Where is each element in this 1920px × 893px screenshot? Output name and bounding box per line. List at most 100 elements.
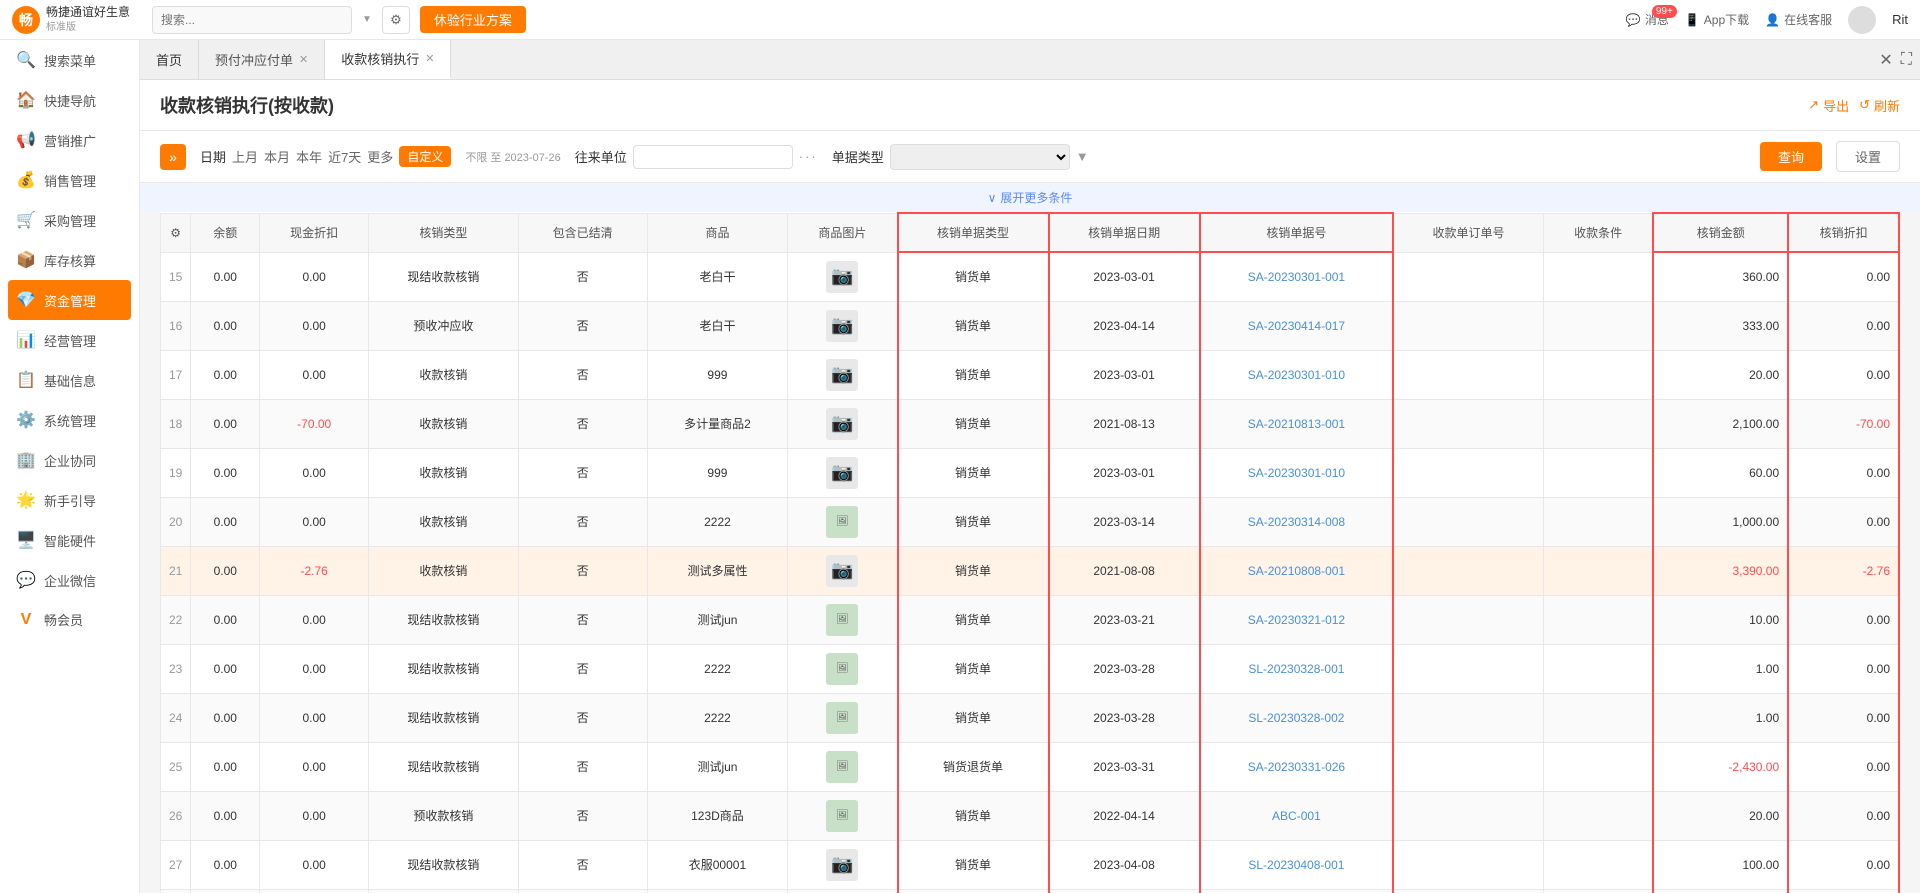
this-month-link[interactable]: 本月 — [264, 147, 290, 166]
sidebar-item-guide[interactable]: 🌟 新手引导 — [0, 480, 139, 520]
sidebar-item-member[interactable]: V 畅会员 — [0, 600, 139, 639]
cell-no: 20 — [161, 497, 191, 546]
search-input[interactable] — [152, 6, 352, 34]
sidebar-item-system[interactable]: ⚙️ 系统管理 — [0, 400, 139, 440]
sidebar-item-marketing[interactable]: 📢 营销推广 — [0, 120, 139, 160]
tab-collection[interactable]: 收款核销执行 ✕ — [325, 40, 451, 79]
hardware-icon: 🖥️ — [16, 530, 36, 550]
user-avatar[interactable] — [1848, 6, 1876, 34]
dropdown-arrow-icon[interactable]: ▼ — [362, 14, 372, 25]
cell-balance: 0.00 — [191, 840, 260, 889]
cell-verify-bill-no[interactable]: SA-20210808-001 — [1200, 546, 1394, 595]
from-unit-input[interactable] — [633, 145, 793, 169]
refresh-button[interactable]: ↺ 刷新 — [1859, 96, 1900, 115]
settings-button[interactable]: 设置 — [1836, 141, 1900, 172]
cell-product: 999 — [647, 448, 787, 497]
tab-maximize-button[interactable]: ⛶ — [1901, 51, 1912, 69]
cell-verify-bill-no[interactable]: SA-20230331-026 — [1200, 742, 1394, 791]
sidebar-item-search[interactable]: 🔍 搜索菜单 — [0, 40, 139, 80]
cell-collection-condition — [1543, 546, 1653, 595]
more-link[interactable]: 更多 — [367, 147, 393, 166]
cell-verify-bill-no[interactable]: SA-20230314-008 — [1200, 497, 1394, 546]
cell-balance: 0.00 — [191, 644, 260, 693]
this-year-link[interactable]: 本年 — [296, 147, 322, 166]
order-type-group: 单据类型 ▼ — [832, 144, 1089, 170]
cell-collection-condition — [1543, 497, 1653, 546]
tab-close-button[interactable]: ✕ — [1879, 50, 1892, 70]
cell-verify-bill-no[interactable]: SA-20230301-010 — [1200, 350, 1394, 399]
cell-verify-bill-type: 销货单 — [898, 889, 1049, 893]
cell-verify-bill-no[interactable]: ABC-001 — [1200, 791, 1394, 840]
cell-verify-bill-no[interactable]: SL-20230328-002 — [1200, 693, 1394, 742]
table-wrapper: ⚙ 余额 现金折扣 核销类型 包含已结清 商品 商品图片 核销单据类型 核销单据… — [160, 212, 1900, 893]
col-header-settings[interactable]: ⚙ — [161, 213, 191, 252]
cell-balance: 0.00 — [191, 742, 260, 791]
cell-verify-amount: 100.00 — [1653, 840, 1788, 889]
basic-icon: 📋 — [16, 370, 36, 390]
cell-verify-bill-no[interactable]: SL-20230418-001 — [1200, 889, 1394, 893]
notice-button[interactable]: 💬 消息 99+ — [1626, 11, 1669, 28]
export-icon: ↗ — [1808, 97, 1819, 113]
tab-collection-close[interactable]: ✕ — [425, 52, 434, 65]
online-service-button[interactable]: 👤 在线客服 — [1765, 11, 1832, 28]
cell-verify-discount: 0.00 — [1788, 448, 1899, 497]
cell-verify-bill-no[interactable]: SA-20210813-001 — [1200, 399, 1394, 448]
bill-no-link[interactable]: SL-20230328-001 — [1248, 662, 1344, 676]
export-button[interactable]: ↗ 导出 — [1808, 96, 1849, 115]
cell-verify-bill-type: 销货单 — [898, 448, 1049, 497]
bill-no-link[interactable]: ABC-001 — [1272, 809, 1321, 823]
sidebar-item-wechat[interactable]: 💬 企业微信 — [0, 560, 139, 600]
cell-verify-bill-no[interactable]: SA-20230321-012 — [1200, 595, 1394, 644]
cell-verify-amount: 333.00 — [1653, 301, 1788, 350]
bill-no-link[interactable]: SA-20230331-026 — [1248, 760, 1345, 774]
order-type-select[interactable] — [890, 144, 1070, 170]
sidebar-item-hardware[interactable]: 🖥️ 智能硬件 — [0, 520, 139, 560]
sidebar-label-system: 系统管理 — [44, 411, 96, 430]
cell-verify-type: 现结收款核销 — [369, 889, 518, 893]
cell-verify-bill-no[interactable]: SL-20230408-001 — [1200, 840, 1394, 889]
cell-verify-discount: 0.00 — [1788, 889, 1899, 893]
cell-verify-bill-no[interactable]: SA-20230301-001 — [1200, 252, 1394, 301]
bill-no-link[interactable]: SL-20230328-002 — [1248, 711, 1344, 725]
sidebar-item-shortcut[interactable]: 🏠 快捷导航 — [0, 80, 139, 120]
bill-no-link[interactable]: SA-20230314-008 — [1248, 515, 1345, 529]
bill-no-link[interactable]: SA-20210813-001 — [1248, 417, 1345, 431]
last7-link[interactable]: 近7天 — [328, 147, 361, 166]
bill-no-link[interactable]: SA-20230301-001 — [1248, 270, 1345, 284]
bill-no-link[interactable]: SA-20230414-017 — [1248, 319, 1345, 333]
sidebar-item-sales[interactable]: 💰 销售管理 — [0, 160, 139, 200]
expand-more-bar[interactable]: ∨ 展开更多条件 — [140, 183, 1920, 212]
sidebar-item-purchase[interactable]: 🛒 采购管理 — [0, 200, 139, 240]
cell-verify-type: 收款核销 — [369, 546, 518, 595]
industry-button[interactable]: 休验行业方案 — [420, 6, 526, 33]
bill-no-link[interactable]: SA-20210808-001 — [1248, 564, 1345, 578]
tab-prepay[interactable]: 预付冲应付单 ✕ — [199, 40, 325, 79]
table-row: 27 0.00 0.00 现结收款核销 否 衣服00001 📷 销货单 2023… — [161, 840, 1900, 889]
cell-collection-order-no — [1393, 546, 1543, 595]
bill-no-link[interactable]: SA-20230301-010 — [1248, 466, 1345, 480]
last-month-link[interactable]: 上月 — [232, 147, 258, 166]
date-filter-group: 日期 上月 本月 本年 近7天 更多 自定义 — [200, 146, 451, 167]
bill-no-link[interactable]: SL-20230408-001 — [1248, 858, 1344, 872]
bill-no-link[interactable]: SA-20230321-012 — [1248, 613, 1345, 627]
cell-verify-bill-date: 2021-08-08 — [1049, 546, 1200, 595]
query-button[interactable]: 查询 — [1760, 142, 1822, 171]
cell-verify-bill-no[interactable]: SL-20230328-001 — [1200, 644, 1394, 693]
cell-no: 26 — [161, 791, 191, 840]
gear-button[interactable]: ⚙ — [382, 6, 410, 34]
sidebar-item-inventory[interactable]: 📦 库存核算 — [0, 240, 139, 280]
sidebar-item-enterprise[interactable]: 🏢 企业协同 — [0, 440, 139, 480]
tab-prepay-close[interactable]: ✕ — [299, 53, 308, 66]
tab-home[interactable]: 首页 — [140, 40, 199, 79]
cell-verify-bill-no[interactable]: SA-20230301-010 — [1200, 448, 1394, 497]
sidebar-item-finance[interactable]: 💎 资金管理 — [8, 280, 131, 320]
expand-filter-button[interactable]: » — [160, 144, 186, 170]
finance-icon: 💎 — [16, 290, 36, 310]
sidebar-item-basic[interactable]: 📋 基础信息 — [0, 360, 139, 400]
cell-verify-bill-no[interactable]: SA-20230414-017 — [1200, 301, 1394, 350]
app-download-button[interactable]: 📱 App下载 — [1685, 11, 1749, 28]
bill-no-link[interactable]: SA-20230301-010 — [1248, 368, 1345, 382]
custom-date-button[interactable]: 自定义 — [399, 146, 451, 167]
sidebar-item-operation[interactable]: 📊 经营管理 — [0, 320, 139, 360]
cell-include-settled: 否 — [518, 840, 647, 889]
